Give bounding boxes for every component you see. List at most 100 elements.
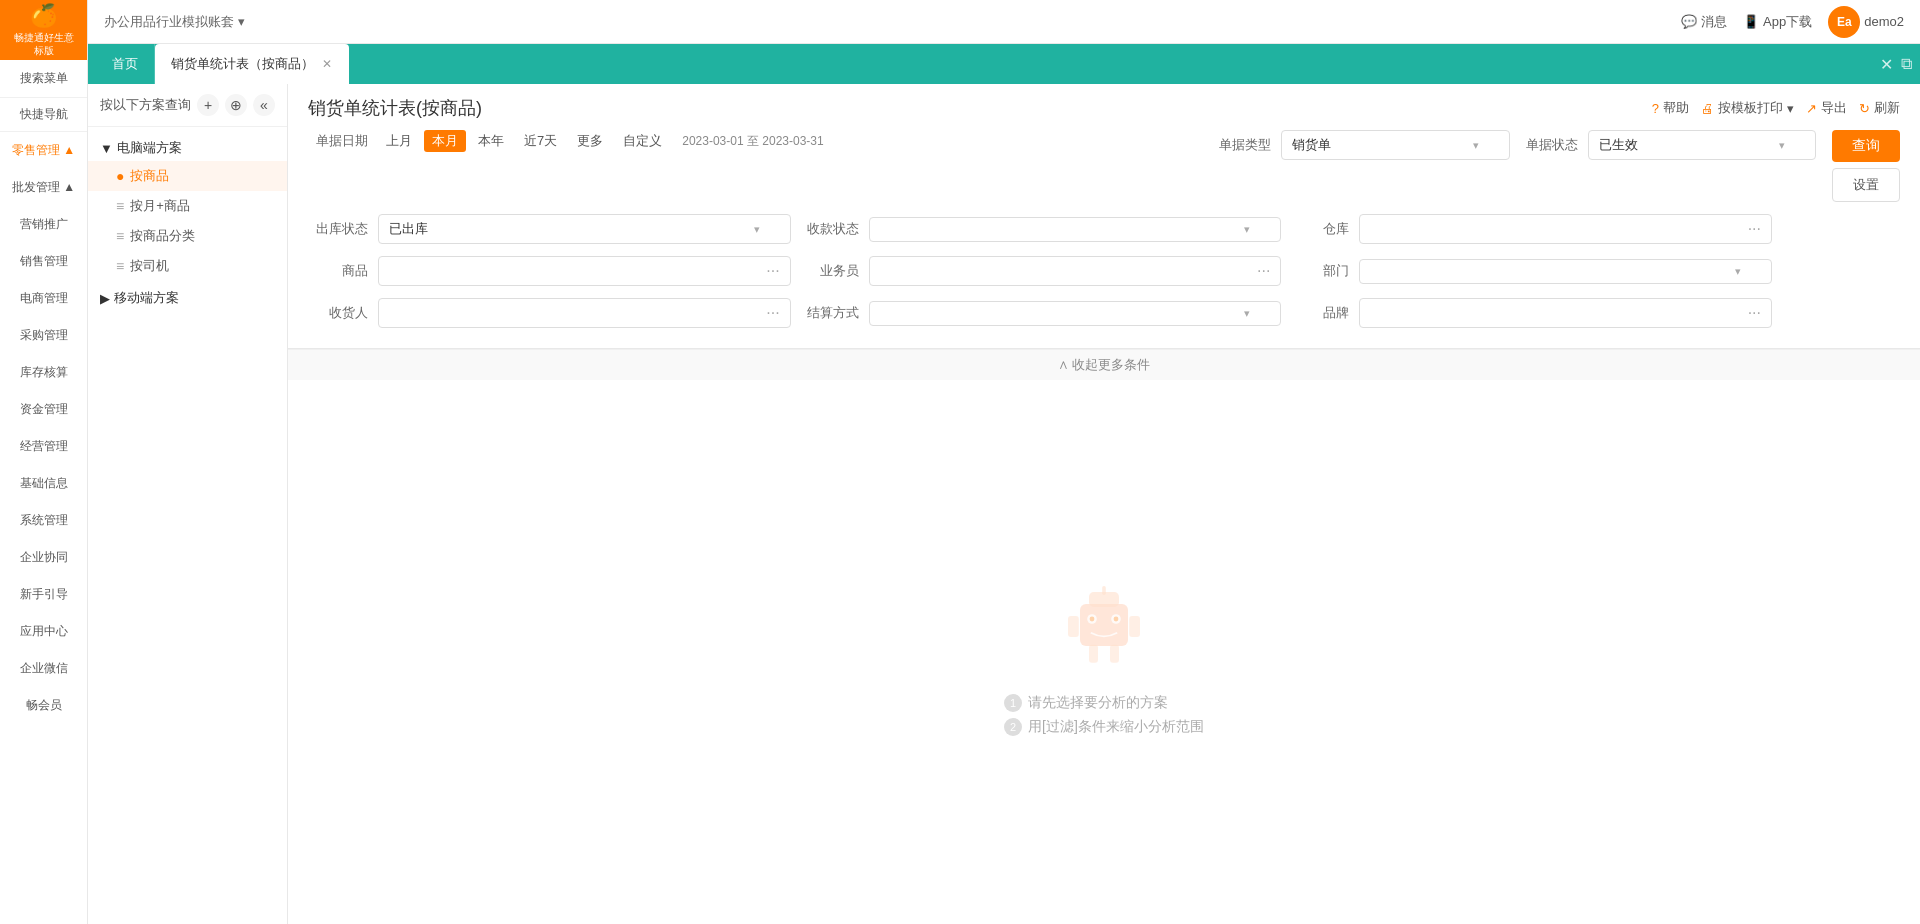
tab-sales-stat[interactable]: 销货单统计表（按商品） ✕ (155, 44, 349, 84)
export-label: 导出 (1821, 99, 1847, 117)
export-btn[interactable]: ↗ 导出 (1806, 99, 1847, 117)
sidebar-item-inventory[interactable]: 库存核算 (0, 354, 87, 391)
date-range: 2023-03-01 至 2023-03-31 (682, 133, 823, 150)
sidebar-item-ecommerce[interactable]: 电商管理 (0, 280, 87, 317)
username: demo2 (1864, 14, 1904, 29)
finance-label: 资金管理 (20, 401, 68, 418)
breadcrumb-dropdown[interactable]: 办公用品行业模拟账套 ▾ (104, 13, 245, 31)
sidebar-item-operation[interactable]: 经营管理 (0, 428, 87, 465)
receiver-dots-icon[interactable]: ··· (766, 304, 779, 322)
product-input[interactable]: ··· (378, 256, 791, 286)
product-dots-icon[interactable]: ··· (766, 262, 779, 280)
tree-item-by-product[interactable]: ● 按商品 (88, 161, 287, 191)
brand-dots-icon[interactable]: ··· (1748, 304, 1761, 322)
add-scheme-btn[interactable]: + (197, 94, 219, 116)
sidebar-item-wholesale[interactable]: 批发管理 ▲ (0, 169, 87, 206)
bill-status-select[interactable]: 已生效 ▾ (1588, 130, 1816, 160)
tree-group-pc[interactable]: ▼ 电脑端方案 (88, 135, 287, 161)
sidebar-item-basic[interactable]: 基础信息 (0, 465, 87, 502)
bill-type-value: 销货单 (1292, 136, 1331, 154)
date-tab-more[interactable]: 更多 (569, 130, 611, 152)
product-label: 商品 (308, 262, 378, 280)
newguide-label: 新手引导 (20, 586, 68, 603)
sidebar-item-purchase[interactable]: 采购管理 (0, 317, 87, 354)
settings-button[interactable]: 设置 (1832, 168, 1900, 202)
print-btn[interactable]: 🖨 按模板打印 ▾ (1701, 99, 1794, 117)
brand-input[interactable]: ··· (1359, 298, 1772, 328)
breadcrumb-text: 办公用品行业模拟账套 (104, 13, 234, 31)
help-btn[interactable]: ? 帮助 (1652, 99, 1689, 117)
sidebar-item-retail[interactable]: 零售管理 ▲ (0, 132, 87, 169)
department-select[interactable]: ▾ (1359, 259, 1772, 284)
tree-item-by-category[interactable]: ≡ 按商品分类 (88, 221, 287, 251)
avatar-text: Ea (1837, 15, 1852, 29)
salesperson-dots-icon[interactable]: ··· (1257, 262, 1270, 280)
help-icon: ? (1652, 101, 1659, 116)
empty-tip-1: 1 请先选择要分析的方案 (1004, 694, 1204, 712)
settlement-select[interactable]: ▾ (869, 301, 1282, 326)
date-tab-custom[interactable]: 自定义 (615, 130, 670, 152)
list-icon-1: ≡ (116, 198, 124, 214)
list-icon-2: ≡ (116, 228, 124, 244)
bill-type-select[interactable]: 销货单 ▾ (1281, 130, 1509, 160)
tree-collapse-icon: ▶ (100, 291, 110, 306)
tree-item-by-cashier[interactable]: ≡ 按司机 (88, 251, 287, 281)
print-label: 按模板打印 (1718, 99, 1783, 117)
warehouse-input[interactable]: ··· (1359, 214, 1772, 244)
sidebar-item-member[interactable]: 畅会员 (0, 687, 87, 724)
restore-tab-icon[interactable]: ⧉ (1901, 55, 1912, 73)
sidebar-item-sales[interactable]: 销售管理 (0, 243, 87, 280)
quick-nav[interactable]: 快捷导航 (0, 98, 87, 132)
out-status-chevron-icon: ▾ (754, 223, 760, 236)
collapse-filter-btn[interactable]: ∧ 收起更多条件 (288, 349, 1920, 380)
date-tab-7days[interactable]: 近7天 (516, 130, 565, 152)
page-header: 销货单统计表(按商品) ? 帮助 🖨 按模板打印 ▾ ↗ (288, 84, 1920, 349)
app-download-btn[interactable]: 📱 App下载 (1743, 13, 1812, 31)
receiver-input[interactable]: ··· (378, 298, 791, 328)
sidebar-item-appcenter[interactable]: 应用中心 (0, 613, 87, 650)
refresh-btn[interactable]: ↻ 刷新 (1859, 99, 1900, 117)
out-status-select[interactable]: 已出库 ▾ (378, 214, 791, 244)
tree-item-by-cashier-label: 按司机 (130, 257, 169, 275)
salesperson-label: 业务员 (799, 262, 869, 280)
sidebar-logo: 🍊 畅捷通好生意 标版 (0, 0, 88, 60)
message-btn[interactable]: 💬 消息 (1681, 13, 1727, 31)
tab-home[interactable]: 首页 (96, 44, 155, 84)
tree-item-by-category-label: 按商品分类 (130, 227, 195, 245)
avatar: Ea (1828, 6, 1860, 38)
date-control: 上月 本月 本年 近7天 更多 自定义 2023-03-01 至 2023-03… (378, 130, 1203, 152)
sidebar-item-marketing[interactable]: 营销推广 (0, 206, 87, 243)
sidebar-item-enterprise[interactable]: 企业协同 (0, 539, 87, 576)
collapse-panel-btn[interactable]: « (253, 94, 275, 116)
svg-point-6 (1114, 617, 1119, 622)
date-tab-lastmonth[interactable]: 上月 (378, 130, 420, 152)
print-icon: 🖨 (1701, 101, 1714, 116)
content-area: 按以下方案查询 + ⊕ « ▼ 电脑端方案 ● 按商品 ≡ 按月+ (88, 84, 1920, 924)
bill-status-label: 单据状态 (1518, 136, 1588, 154)
sidebar-item-finance[interactable]: 资金管理 (0, 391, 87, 428)
sidebar-item-wechat[interactable]: 企业微信 (0, 650, 87, 687)
ecommerce-label: 电商管理 (20, 290, 68, 307)
tree-group-mobile[interactable]: ▶ 移动端方案 (88, 285, 287, 311)
edit-scheme-btn[interactable]: ⊕ (225, 94, 247, 116)
tree-item-by-month-product-label: 按月+商品 (130, 197, 190, 215)
sales-label: 销售管理 (20, 253, 68, 270)
sidebar-item-newguide[interactable]: 新手引导 (0, 576, 87, 613)
sidebar-item-system[interactable]: 系统管理 (0, 502, 87, 539)
tab-close-icon[interactable]: ✕ (322, 57, 332, 71)
date-tab-currentmonth[interactable]: 本月 (424, 130, 466, 152)
salesperson-input[interactable]: ··· (869, 256, 1282, 286)
system-label: 系统管理 (20, 512, 68, 529)
tree-item-by-month-product[interactable]: ≡ 按月+商品 (88, 191, 287, 221)
warehouse-dots-icon[interactable]: ··· (1748, 220, 1761, 238)
user-profile[interactable]: Ea demo2 (1828, 6, 1904, 38)
tree-expand-icon: ▼ (100, 141, 113, 156)
query-button[interactable]: 查询 (1832, 130, 1900, 162)
warehouse-label: 仓库 (1289, 220, 1359, 238)
left-panel-actions: + ⊕ « (197, 94, 275, 116)
search-menu[interactable]: 搜索菜单 (0, 60, 87, 98)
date-tab-year[interactable]: 本年 (470, 130, 512, 152)
purchase-label: 采购管理 (20, 327, 68, 344)
close-tab-icon[interactable]: ✕ (1880, 55, 1893, 74)
receive-status-select[interactable]: ▾ (869, 217, 1282, 242)
